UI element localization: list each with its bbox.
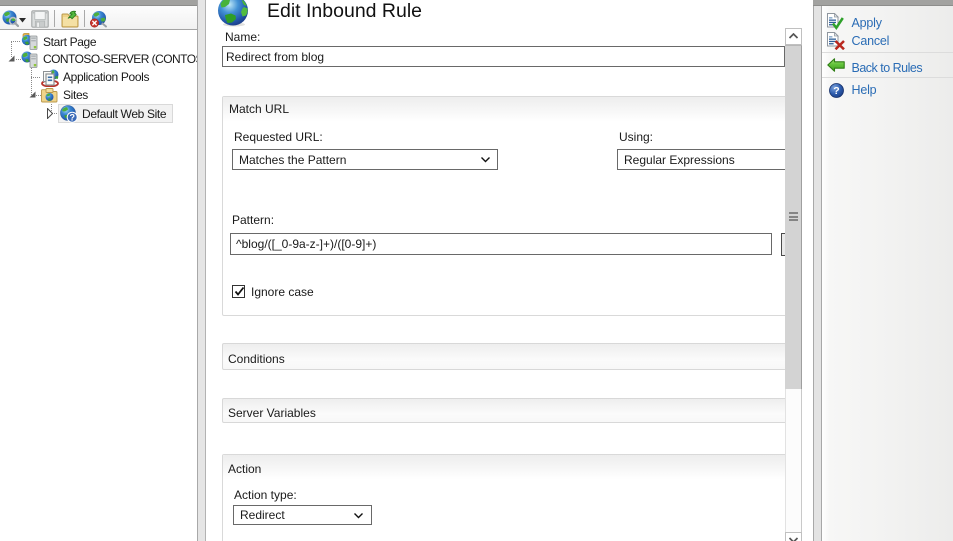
svg-text:?: ?	[833, 85, 839, 97]
svg-text:?: ?	[69, 113, 75, 123]
